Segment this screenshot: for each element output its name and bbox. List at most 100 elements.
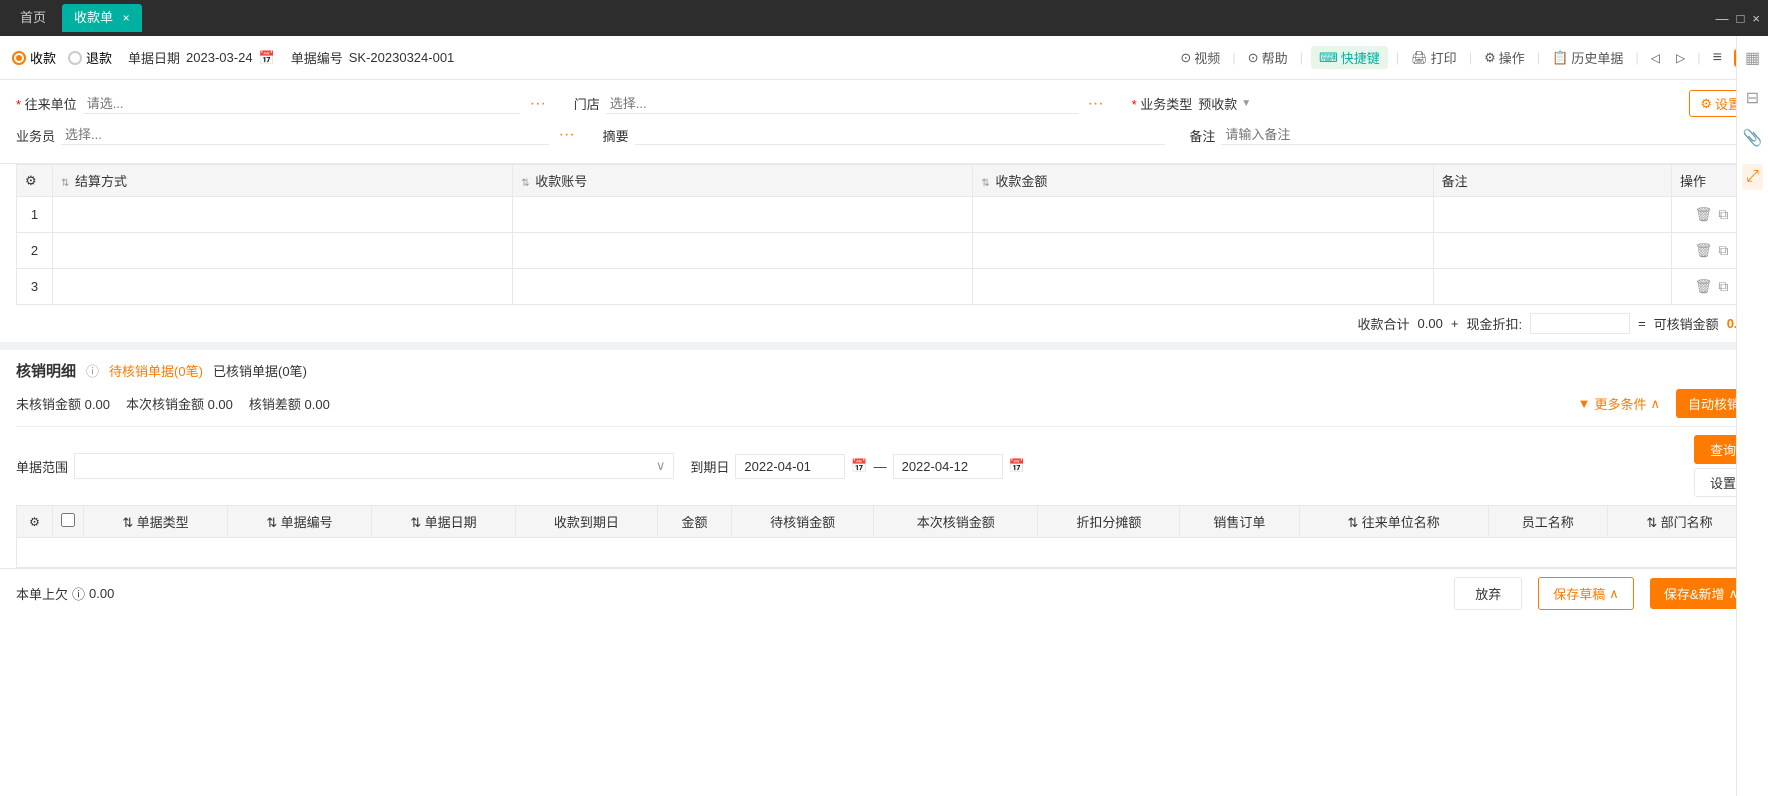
col-settlement-label: 结算方式	[75, 174, 127, 189]
row-2-copy-btn[interactable]: ⧉	[1718, 242, 1728, 259]
more-conditions-btn[interactable]: ▼ 更多条件 ∧	[1578, 394, 1660, 413]
sidebar-table-icon[interactable]: ▦	[1741, 44, 1764, 72]
date-separator: —	[874, 459, 887, 474]
video-label: 视频	[1194, 48, 1220, 67]
receipt-radio[interactable]: 收款	[12, 48, 56, 67]
store-input[interactable]	[606, 94, 1078, 114]
row-1-account[interactable]	[513, 197, 973, 233]
col-settings[interactable]: ⚙	[17, 165, 53, 197]
row-2-action-btns: 🗑 ⧉	[1680, 242, 1743, 259]
close-tab-btn[interactable]: ×	[123, 11, 130, 25]
row-3-settlement[interactable]	[53, 269, 513, 305]
history-btn[interactable]: 📋 历史单据	[1548, 46, 1627, 69]
window-close-btn[interactable]: ×	[1752, 11, 1760, 26]
footer-stat-info-icon[interactable]: ⓘ	[72, 584, 85, 603]
discount-input[interactable]	[1530, 313, 1630, 334]
row-3-account[interactable]	[513, 269, 973, 305]
bottom-col-discount: 折扣分摊额	[1038, 506, 1180, 538]
bottom-col-type: ⇅ 单据类型	[84, 506, 228, 538]
range-select[interactable]: ∨	[74, 453, 674, 479]
sep4: |	[1469, 50, 1472, 65]
equals-label: =	[1638, 316, 1646, 331]
bottom-col-settings[interactable]: ⚙	[17, 506, 53, 538]
end-date-calendar-icon[interactable]: 📅	[1009, 458, 1025, 474]
diff-stat: 核销差额 0.00	[249, 394, 330, 413]
receipt-table: ⚙ ⇅ 结算方式 ⇅ 收款账号 ⇅ 收款金额 备注	[16, 164, 1752, 305]
date-range: 📅 — 📅	[735, 454, 1024, 479]
counterparty-input[interactable]	[83, 94, 520, 114]
remark-input[interactable]	[1221, 125, 1752, 145]
counterparty-label: 往来单位	[16, 94, 77, 113]
home-tab[interactable]: 首页	[8, 4, 58, 32]
video-btn[interactable]: ⊙ 视频	[1176, 46, 1224, 69]
date-value[interactable]: 2023-03-24	[186, 50, 253, 65]
window-controls: — □ ×	[1716, 11, 1760, 26]
sidebar-list-icon[interactable]: ⊟	[1742, 84, 1763, 112]
row-3-delete-btn[interactable]: 🗑	[1695, 278, 1713, 295]
summary-input[interactable]	[635, 125, 1166, 145]
completed-tab[interactable]: 已核销单据(0笔)	[213, 361, 307, 380]
staff-more-btn[interactable]: ···	[555, 126, 579, 144]
row-2-remark[interactable]	[1433, 233, 1671, 269]
footer-stat-label: 本单上欠	[16, 584, 68, 603]
bottom-col-due-date: 收款到期日	[516, 506, 658, 538]
row-1-settlement[interactable]	[53, 197, 513, 233]
maximize-btn[interactable]: □	[1737, 11, 1745, 26]
help-icon: ⊙	[1248, 50, 1259, 66]
print-btn[interactable]: 🖨 打印	[1407, 46, 1461, 69]
sidebar-attach-icon[interactable]: 📎	[1739, 124, 1767, 152]
row-num-2: 2	[17, 233, 53, 269]
row-num-1: 1	[17, 197, 53, 233]
row-3-remark[interactable]	[1433, 269, 1671, 305]
bottom-col-sales-order: 销售订单	[1180, 506, 1299, 538]
business-type-select[interactable]: 预收款 ▼	[1198, 94, 1665, 113]
row-1-action-btns: 🗑 ⧉	[1680, 206, 1743, 223]
row-3-copy-btn[interactable]: ⧉	[1718, 278, 1728, 295]
row-2-account[interactable]	[513, 233, 973, 269]
calendar-icon[interactable]: 📅	[259, 50, 275, 66]
list-view-btn[interactable]: ≡	[1709, 47, 1726, 69]
counterparty-more-btn[interactable]: ···	[526, 95, 550, 113]
refund-label: 退款	[86, 48, 112, 67]
business-type-label: 业务类型	[1132, 94, 1193, 113]
summary-field: 摘要	[603, 125, 1166, 145]
start-date-input[interactable]	[735, 454, 845, 479]
next-btn[interactable]: ▷	[1672, 49, 1689, 67]
row-1-remark[interactable]	[1433, 197, 1671, 233]
end-date-input[interactable]	[893, 454, 1003, 479]
chevron-up-icon: ∧	[1650, 396, 1660, 412]
sidebar-expand-icon[interactable]: ⤢	[1742, 164, 1763, 190]
info-icon[interactable]: ⓘ	[86, 361, 99, 380]
minimize-btn[interactable]: —	[1716, 11, 1729, 26]
help-btn[interactable]: ⊙ 帮助	[1244, 46, 1292, 69]
row-2-amount[interactable]	[973, 233, 1433, 269]
bottom-col-checkbox	[53, 506, 84, 538]
select-all-checkbox[interactable]	[61, 513, 75, 527]
business-type-field: 业务类型 预收款 ▼	[1132, 94, 1666, 113]
draft-btn-label: 保存草稿	[1553, 584, 1605, 603]
col-account: ⇅ 收款账号	[513, 165, 973, 197]
operation-btn[interactable]: ⚙ 操作	[1480, 46, 1529, 69]
row-2-delete-btn[interactable]: 🗑	[1695, 242, 1713, 259]
staff-input[interactable]	[61, 125, 549, 145]
col-account-label: 收款账号	[535, 174, 587, 189]
abandon-btn[interactable]: 放弃	[1454, 577, 1522, 610]
receipt-table-wrapper: ⚙ ⇅ 结算方式 ⇅ 收款账号 ⇅ 收款金额 备注	[0, 164, 1768, 305]
store-more-btn[interactable]: ···	[1084, 95, 1108, 113]
shortcut-btn[interactable]: ⌨ 快捷键	[1311, 46, 1388, 69]
row-1-amount[interactable]	[973, 197, 1433, 233]
row-2-settlement[interactable]	[53, 233, 513, 269]
prev-btn[interactable]: ◁	[1647, 49, 1664, 67]
refund-radio[interactable]: 退款	[68, 48, 112, 67]
pending-tab[interactable]: 待核销单据(0笔)	[109, 361, 203, 380]
start-date-calendar-icon[interactable]: 📅	[851, 458, 867, 474]
sep2: |	[1300, 50, 1303, 65]
row-1-copy-btn[interactable]: ⧉	[1718, 206, 1728, 223]
active-tab[interactable]: 收款单 ×	[62, 4, 142, 32]
row-3-amount[interactable]	[973, 269, 1433, 305]
filter-row: 单据范围 ∨ 到期日 📅 — 📅 查询 设置	[16, 426, 1752, 505]
table-row: 1 🗑 ⧉	[17, 197, 1752, 233]
draft-btn[interactable]: 保存草稿 ∧	[1538, 577, 1634, 610]
number-value[interactable]: SK-20230324-001	[349, 50, 455, 65]
row-1-delete-btn[interactable]: 🗑	[1695, 206, 1713, 223]
